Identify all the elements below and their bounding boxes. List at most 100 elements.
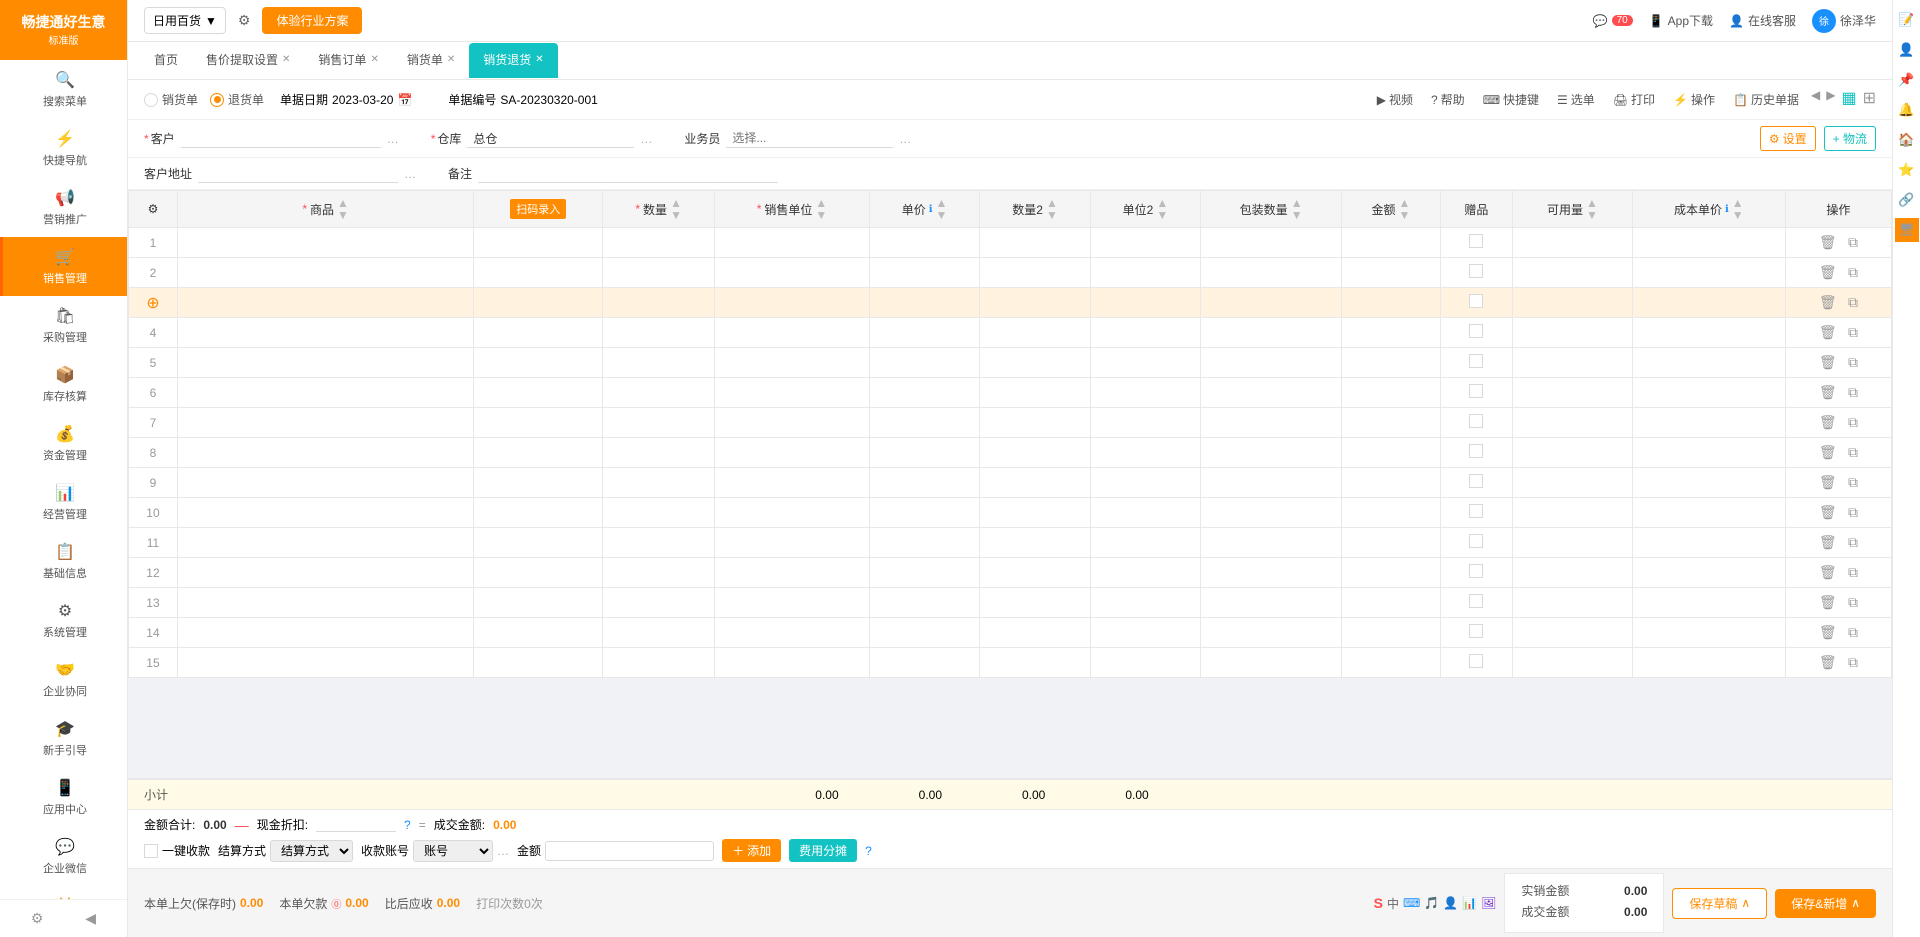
cell-4-10[interactable] [1632,318,1785,348]
cell-2-2[interactable] [715,258,869,288]
copy-btn-10[interactable]: ⧉ [1844,502,1862,523]
cell-1-1[interactable] [603,228,715,258]
tab-4[interactable]: 销货退货✕ [469,43,557,78]
cell-4-1[interactable] [603,318,715,348]
account-dots[interactable]: … [497,844,509,858]
gift-checkbox-11[interactable] [1469,534,1483,548]
video-btn[interactable]: ▶ 视频 [1371,88,1419,111]
sort-icon-amount[interactable]: ▲▼ [1398,197,1410,221]
gift-checkbox-10[interactable] [1469,504,1483,518]
right-sidebar-item-5[interactable]: ⭐ [1895,158,1919,182]
cell-6-4[interactable] [980,378,1090,408]
cell-3-5[interactable] [1090,288,1200,318]
tab-close-2[interactable]: ✕ [370,54,378,65]
cell-6-6[interactable] [1201,378,1342,408]
cell-5-0[interactable] [474,348,603,378]
product-cell-2[interactable] [177,258,473,288]
add-payment-btn[interactable]: ＋ 添加 [722,839,781,862]
question-icon[interactable]: ? [404,818,411,832]
cell-15-6[interactable] [1201,648,1342,678]
right-sidebar-item-7[interactable]: 🖥 [1895,218,1919,242]
cell-14-6[interactable] [1201,618,1342,648]
cell-13-7[interactable] [1342,588,1441,618]
discount-input[interactable] [316,817,396,832]
cell-8-2[interactable] [715,438,869,468]
sort-icon-qty2[interactable]: ▲▼ [1046,197,1058,221]
delete-btn-7[interactable]: 🗑 [1815,412,1841,433]
cell-13-3[interactable] [869,588,980,618]
cell-6-10[interactable] [1632,378,1785,408]
user-profile[interactable]: 徐 徐泽华 [1812,9,1876,33]
cell-7-2[interactable] [715,408,869,438]
cell-5-4[interactable] [980,348,1090,378]
calc-method-select[interactable]: 结算方式 [270,840,353,862]
product-cell-9[interactable] [177,468,473,498]
right-sidebar-item-2[interactable]: 📌 [1895,68,1919,92]
salesperson-dots[interactable]: … [899,132,911,146]
cell-3-1[interactable] [603,288,715,318]
copy-btn-5[interactable]: ⧉ [1844,352,1862,373]
cell-6-2[interactable] [715,378,869,408]
sidebar-item-1[interactable]: ⚡ 快捷导航 [0,119,127,178]
cell-6-3[interactable] [869,378,980,408]
delete-btn-13[interactable]: 🗑 [1815,592,1841,613]
tab-close-1[interactable]: ✕ [282,54,290,65]
payment-amount-input[interactable] [545,841,714,861]
gift-checkbox-14[interactable] [1469,624,1483,638]
split-btn[interactable]: 费用分摊 [789,839,857,862]
add-row-icon-3[interactable]: ⊕ [146,295,159,312]
cell-13-1[interactable] [603,588,715,618]
customer-dots[interactable]: … [387,132,399,146]
cell-15-4[interactable] [980,648,1090,678]
split-help-icon[interactable]: ? [865,844,872,858]
delete-btn-6[interactable]: 🗑 [1815,382,1841,403]
cell-4-6[interactable] [1201,318,1342,348]
product-cell-1[interactable] [177,228,473,258]
cell-11-6[interactable] [1201,528,1342,558]
cell-2-6[interactable] [1201,258,1342,288]
logistics-btn[interactable]: + 物流 [1824,126,1876,151]
scan-btn[interactable]: 扫码录入 [510,199,566,219]
sidebar-item-14[interactable]: 👑 畅会员 [0,886,127,899]
copy-btn-12[interactable]: ⧉ [1844,562,1862,583]
sidebar-item-0[interactable]: 🔍 搜索菜单 [0,60,127,119]
save-new-btn[interactable]: 保存&新增 ∧ [1775,889,1876,918]
cell-5-5[interactable] [1090,348,1200,378]
copy-btn-9[interactable]: ⧉ [1844,472,1862,493]
cell-14-1[interactable] [603,618,715,648]
select-btn[interactable]: ☰ 选单 [1551,88,1601,111]
sidebar-item-5[interactable]: 📦 库存核算 [0,355,127,414]
delete-btn-12[interactable]: 🗑 [1815,562,1841,583]
experience-btn[interactable]: 体验行业方案 [262,7,362,34]
cell-2-1[interactable] [603,258,715,288]
product-cell-13[interactable] [177,588,473,618]
nav-next-icon[interactable]: ▶ [1826,88,1835,111]
sort-icon-unit[interactable]: ▲▼ [815,197,827,221]
one-click-check[interactable] [144,844,158,858]
copy-btn-2[interactable]: ⧉ [1844,262,1862,283]
cell-12-10[interactable] [1632,558,1785,588]
cell-5-1[interactable] [603,348,715,378]
cell-10-9[interactable] [1513,498,1633,528]
delete-btn-3[interactable]: 🗑 [1815,292,1841,313]
cell-7-1[interactable] [603,408,715,438]
cell-4-4[interactable] [980,318,1090,348]
address-input[interactable] [198,164,398,183]
cell-14-4[interactable] [980,618,1090,648]
cell-11-7[interactable] [1342,528,1441,558]
cell-8-6[interactable] [1201,438,1342,468]
product-cell-7[interactable] [177,408,473,438]
cell-9-3[interactable] [869,468,980,498]
cell-2-9[interactable] [1513,258,1633,288]
cell-1-5[interactable] [1090,228,1200,258]
history-btn[interactable]: 📋 历史单据 [1727,88,1805,111]
sidebar-item-2[interactable]: 📢 营销推广 [0,178,127,237]
view-list-icon[interactable]: ▦ [1841,88,1856,111]
gift-checkbox-8[interactable] [1469,444,1483,458]
cell-1-7[interactable] [1342,228,1441,258]
online-service-btn[interactable]: 👤 在线客服 [1729,12,1796,29]
cell-14-0[interactable] [474,618,603,648]
sidebar-item-9[interactable]: ⚙ 系统管理 [0,591,127,650]
cell-7-6[interactable] [1201,408,1342,438]
cell-9-0[interactable] [474,468,603,498]
